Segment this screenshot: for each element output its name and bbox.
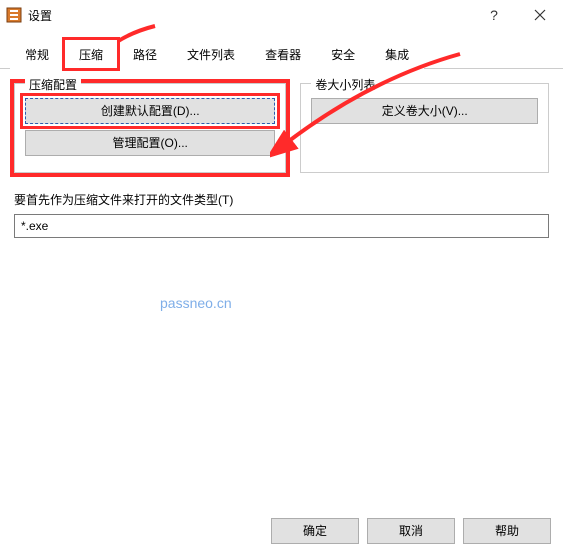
app-icon [6, 7, 22, 23]
tab-content: 压缩配置 创建默认配置(D)... 管理配置(O)... 卷大小列表 定义卷大小… [0, 69, 563, 252]
group-legend: 压缩配置 [25, 76, 81, 93]
cancel-button[interactable]: 取消 [367, 518, 455, 544]
filetype-label: 要首先作为压缩文件来打开的文件类型(T) [14, 191, 549, 208]
titlebar: 设置 ? [0, 0, 563, 30]
group-legend: 卷大小列表 [311, 76, 379, 93]
tab-security[interactable]: 安全 [316, 39, 370, 69]
ok-button[interactable]: 确定 [271, 518, 359, 544]
tab-path[interactable]: 路径 [118, 39, 172, 69]
tab-general[interactable]: 常规 [10, 39, 64, 69]
tab-integration[interactable]: 集成 [370, 39, 424, 69]
tab-compression[interactable]: 压缩 [64, 39, 118, 69]
help-button[interactable]: ? [471, 0, 517, 30]
dialog-footer: 确定 取消 帮助 [271, 518, 551, 544]
help-button[interactable]: 帮助 [463, 518, 551, 544]
volume-size-group: 卷大小列表 定义卷大小(V)... [300, 83, 549, 173]
define-volume-size-button[interactable]: 定义卷大小(V)... [311, 98, 538, 124]
window-title: 设置 [28, 7, 471, 24]
filetype-input[interactable] [14, 214, 549, 238]
close-button[interactable] [517, 0, 563, 30]
tab-filelist[interactable]: 文件列表 [172, 39, 250, 69]
tabs: 常规 压缩 路径 文件列表 查看器 安全 集成 [0, 30, 563, 69]
close-icon [534, 9, 546, 21]
compression-profiles-group: 压缩配置 创建默认配置(D)... 管理配置(O)... [14, 83, 286, 173]
manage-profiles-button[interactable]: 管理配置(O)... [25, 130, 275, 156]
watermark: passneo.cn [160, 295, 232, 311]
tab-viewer[interactable]: 查看器 [250, 39, 316, 69]
create-default-profile-button[interactable]: 创建默认配置(D)... [25, 98, 275, 124]
